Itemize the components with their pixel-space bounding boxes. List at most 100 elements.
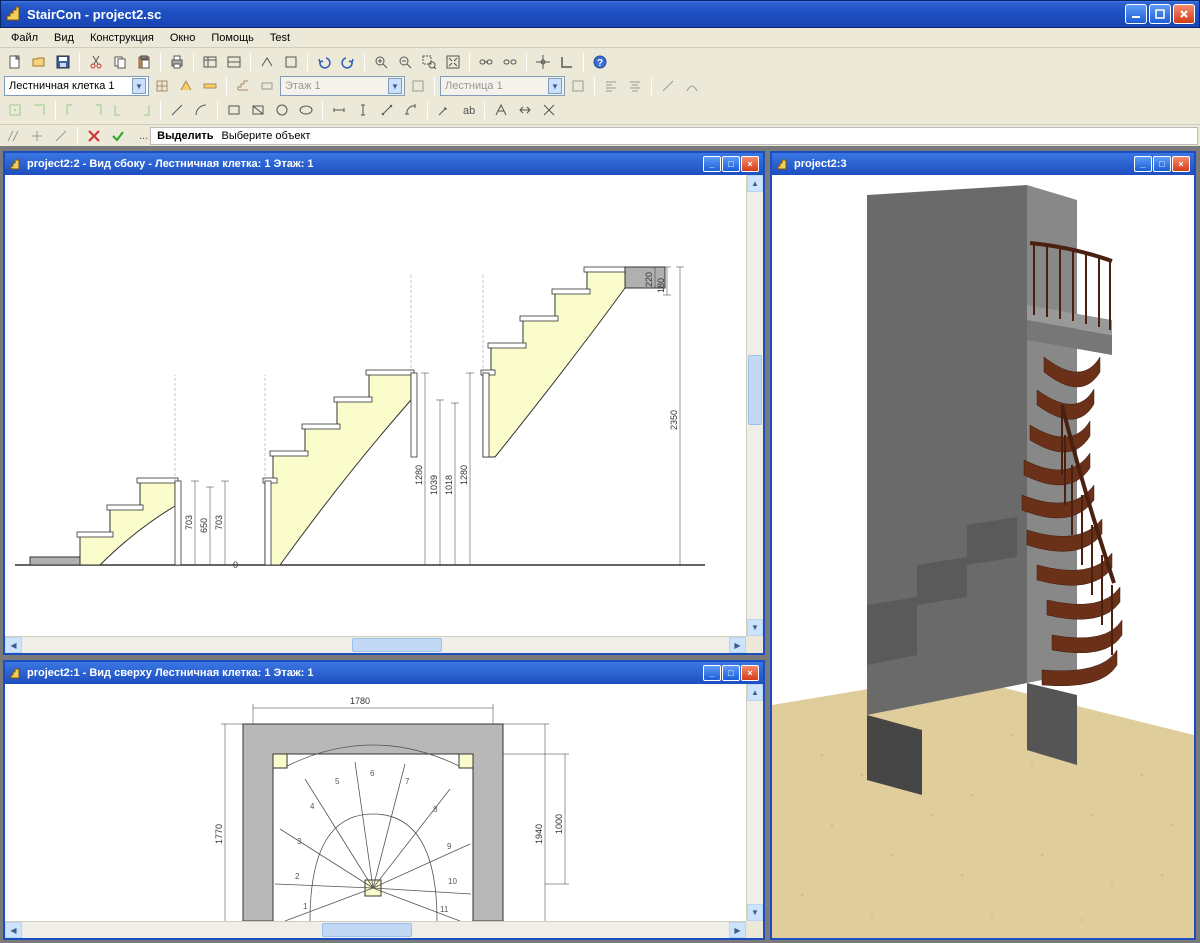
tool-btn-4[interactable] xyxy=(280,51,302,73)
menu-test[interactable]: Test xyxy=(263,30,297,46)
top-v-scrollbar[interactable]: ▲ ▼ xyxy=(746,684,763,921)
scroll-thumb[interactable] xyxy=(352,638,442,652)
prompt-input[interactable]: Выделить Выберите объект xyxy=(150,127,1198,145)
top-view-canvas[interactable]: 1780 xyxy=(5,684,763,938)
win3-close-button[interactable]: × xyxy=(1172,156,1190,172)
chain-off-button[interactable] xyxy=(499,51,521,73)
align-left-button[interactable] xyxy=(600,75,622,97)
zoom-in-button[interactable] xyxy=(370,51,392,73)
3d-view-canvas[interactable] xyxy=(772,175,1194,938)
ok-check-button[interactable] xyxy=(107,125,129,147)
minimize-button[interactable] xyxy=(1125,4,1147,24)
menu-help[interactable]: Помощь xyxy=(204,30,261,46)
r3-rect[interactable] xyxy=(223,99,245,121)
tool-r2-2[interactable] xyxy=(175,75,197,97)
close-button[interactable] xyxy=(1173,4,1195,24)
r3-dim4[interactable] xyxy=(400,99,422,121)
undo-button[interactable] xyxy=(313,51,335,73)
scroll-left-icon[interactable]: ◀ xyxy=(5,922,22,938)
r3-5[interactable] xyxy=(109,99,131,121)
r3-arc[interactable] xyxy=(190,99,212,121)
scroll-down-icon[interactable]: ▼ xyxy=(747,904,763,921)
r3-line[interactable] xyxy=(166,99,188,121)
r3-6[interactable] xyxy=(133,99,155,121)
tool-btn-2[interactable] xyxy=(223,51,245,73)
corner-button[interactable] xyxy=(556,51,578,73)
chain-on-button[interactable] xyxy=(475,51,497,73)
copy-button[interactable] xyxy=(109,51,131,73)
r3-m1[interactable] xyxy=(490,99,512,121)
r3-text[interactable]: ab xyxy=(457,99,479,121)
paste-button[interactable] xyxy=(133,51,155,73)
tool-btn-1[interactable] xyxy=(199,51,221,73)
save-button[interactable] xyxy=(52,51,74,73)
r3-2[interactable] xyxy=(28,99,50,121)
p-2[interactable] xyxy=(26,125,48,147)
tool-r2-5[interactable] xyxy=(256,75,278,97)
tool-r2-3[interactable] xyxy=(199,75,221,97)
window-side-titlebar[interactable]: project2:2 - Вид сбоку - Лестничная клет… xyxy=(5,153,763,175)
floor-combo[interactable]: Этаж 1 ▼ xyxy=(280,76,405,96)
stairwell-combo[interactable]: Лестничная клетка 1 ▼ xyxy=(4,76,149,96)
r3-1[interactable] xyxy=(4,99,26,121)
scroll-up-icon[interactable]: ▲ xyxy=(747,684,763,701)
zoom-window-button[interactable] xyxy=(418,51,440,73)
menu-construction[interactable]: Конструкция xyxy=(83,30,161,46)
r3-circle[interactable] xyxy=(271,99,293,121)
scroll-left-icon[interactable]: ◀ xyxy=(5,637,22,653)
tool-r2-1[interactable] xyxy=(151,75,173,97)
r3-dim3[interactable] xyxy=(376,99,398,121)
window-top-titlebar[interactable]: project2:1 - Вид сверху Лестничная клетк… xyxy=(5,662,763,684)
top-h-scrollbar[interactable]: ◀ ▶ xyxy=(5,921,746,938)
menu-file[interactable]: Файл xyxy=(4,30,45,46)
tool-r2-4[interactable] xyxy=(232,75,254,97)
tool-r2-7[interactable] xyxy=(567,75,589,97)
shape-2-button[interactable] xyxy=(681,75,703,97)
r3-4[interactable] xyxy=(85,99,107,121)
stair-combo[interactable]: Лестница 1 ▼ xyxy=(440,76,565,96)
p-3[interactable] xyxy=(50,125,72,147)
r3-arrow[interactable] xyxy=(433,99,455,121)
r3-3[interactable] xyxy=(61,99,83,121)
r3-rect2[interactable] xyxy=(247,99,269,121)
window-3d-titlebar[interactable]: project2:3 _ □ × xyxy=(772,153,1194,175)
r3-dim2[interactable] xyxy=(352,99,374,121)
r3-m3[interactable] xyxy=(538,99,560,121)
win2-maximize-button[interactable]: □ xyxy=(722,665,740,681)
win1-maximize-button[interactable]: □ xyxy=(722,156,740,172)
win3-maximize-button[interactable]: □ xyxy=(1153,156,1171,172)
side-h-scrollbar[interactable]: ◀ ▶ xyxy=(5,636,746,653)
tool-btn-3[interactable] xyxy=(256,51,278,73)
win2-minimize-button[interactable]: _ xyxy=(703,665,721,681)
zoom-fit-button[interactable] xyxy=(442,51,464,73)
print-button[interactable] xyxy=(166,51,188,73)
shape-1-button[interactable] xyxy=(657,75,679,97)
scroll-right-icon[interactable]: ▶ xyxy=(729,637,746,653)
r3-dim1[interactable] xyxy=(328,99,350,121)
open-button[interactable] xyxy=(28,51,50,73)
win2-close-button[interactable]: × xyxy=(741,665,759,681)
crosshair-button[interactable] xyxy=(532,51,554,73)
scroll-thumb[interactable] xyxy=(748,355,762,425)
scroll-right-icon[interactable]: ▶ xyxy=(729,922,746,938)
r3-m2[interactable] xyxy=(514,99,536,121)
tool-r2-6[interactable] xyxy=(407,75,429,97)
scroll-up-icon[interactable]: ▲ xyxy=(747,175,763,192)
win1-close-button[interactable]: × xyxy=(741,156,759,172)
scroll-down-icon[interactable]: ▼ xyxy=(747,619,763,636)
redo-button[interactable] xyxy=(337,51,359,73)
maximize-button[interactable] xyxy=(1149,4,1171,24)
side-view-canvas[interactable]: 703 650 703 0 12 xyxy=(5,175,763,653)
p-1[interactable] xyxy=(2,125,24,147)
win1-minimize-button[interactable]: _ xyxy=(703,156,721,172)
new-button[interactable] xyxy=(4,51,26,73)
help-button[interactable]: ? xyxy=(589,51,611,73)
zoom-out-button[interactable] xyxy=(394,51,416,73)
r3-ellipse[interactable] xyxy=(295,99,317,121)
side-v-scrollbar[interactable]: ▲ ▼ xyxy=(746,175,763,636)
scroll-thumb[interactable] xyxy=(322,923,412,937)
cancel-x-button[interactable] xyxy=(83,125,105,147)
cut-button[interactable] xyxy=(85,51,107,73)
menu-view[interactable]: Вид xyxy=(47,30,81,46)
align-center-button[interactable] xyxy=(624,75,646,97)
